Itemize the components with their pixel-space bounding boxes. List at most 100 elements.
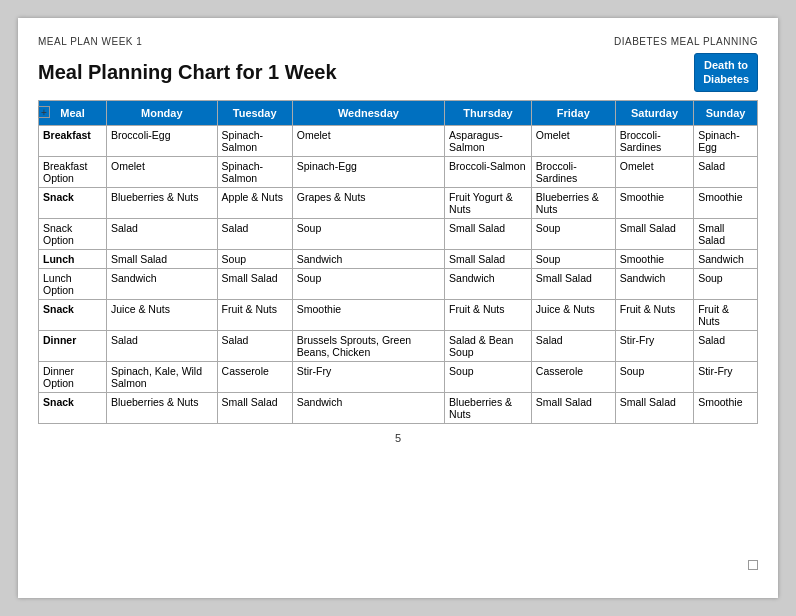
day-cell: Juice & Nuts xyxy=(107,299,218,330)
day-cell: Salad xyxy=(531,330,615,361)
day-cell: Small Salad xyxy=(217,392,292,423)
meal-cell: Snack xyxy=(39,299,107,330)
col-header-thursday: Thursday xyxy=(445,100,532,125)
day-cell: Smoothie xyxy=(292,299,444,330)
day-cell: Blueberries & Nuts xyxy=(107,392,218,423)
day-cell: Casserole xyxy=(531,361,615,392)
day-cell: Fruit & Nuts xyxy=(445,299,532,330)
day-cell: Spinach-Salmon xyxy=(217,125,292,156)
page: MEAL PLAN WEEK 1 DIABETES MEAL PLANNING … xyxy=(18,18,778,598)
meal-cell: Breakfast xyxy=(39,125,107,156)
day-cell: Stir-Fry xyxy=(615,330,693,361)
day-cell: Sandwich xyxy=(107,268,218,299)
day-cell: Soup xyxy=(531,218,615,249)
meal-cell: Dinner xyxy=(39,330,107,361)
day-cell: Small Salad xyxy=(107,249,218,268)
col-header-wednesday: Wednesday xyxy=(292,100,444,125)
expand-icon[interactable]: + xyxy=(38,106,50,118)
table-row: Breakfast OptionOmeletSpinach-SalmonSpin… xyxy=(39,156,758,187)
day-cell: Juice & Nuts xyxy=(531,299,615,330)
day-cell: Brussels Sprouts, Green Beans, Chicken xyxy=(292,330,444,361)
meal-cell: Lunch xyxy=(39,249,107,268)
day-cell: Small Salad xyxy=(217,268,292,299)
day-cell: Salad xyxy=(694,330,758,361)
logo-badge: Death to Diabetes xyxy=(694,53,758,92)
day-cell: Spinach-Salmon xyxy=(217,156,292,187)
day-cell: Smoothie xyxy=(615,249,693,268)
day-cell: Blueberries & Nuts xyxy=(445,392,532,423)
col-header-tuesday: Tuesday xyxy=(217,100,292,125)
day-cell: Small Salad xyxy=(445,218,532,249)
day-cell: Smoothie xyxy=(694,187,758,218)
day-cell: Soup xyxy=(445,361,532,392)
page-number: 5 xyxy=(395,432,401,444)
day-cell: Salad xyxy=(217,330,292,361)
meal-cell: Snack xyxy=(39,187,107,218)
page-title: Meal Planning Chart for 1 Week xyxy=(38,61,337,84)
day-cell: Spinach-Egg xyxy=(694,125,758,156)
day-cell: Salad & Bean Soup xyxy=(445,330,532,361)
day-cell: Soup xyxy=(531,249,615,268)
day-cell: Soup xyxy=(694,268,758,299)
table-row: SnackJuice & NutsFruit & NutsSmoothieFru… xyxy=(39,299,758,330)
day-cell: Broccoli-Salmon xyxy=(445,156,532,187)
header-right: DIABETES MEAL PLANNING xyxy=(614,36,758,47)
day-cell: Sandwich xyxy=(615,268,693,299)
day-cell: Small Salad xyxy=(694,218,758,249)
header-left: MEAL PLAN WEEK 1 xyxy=(38,36,142,47)
day-cell: Fruit & Nuts xyxy=(615,299,693,330)
corner-decoration xyxy=(748,560,758,570)
table-row: Dinner OptionSpinach, Kale, Wild SalmonC… xyxy=(39,361,758,392)
table-row: LunchSmall SaladSoupSandwichSmall SaladS… xyxy=(39,249,758,268)
day-cell: Small Salad xyxy=(445,249,532,268)
col-header-monday: Monday xyxy=(107,100,218,125)
day-cell: Apple & Nuts xyxy=(217,187,292,218)
day-cell: Small Salad xyxy=(531,268,615,299)
day-cell: Fruit Yogurt & Nuts xyxy=(445,187,532,218)
table-header-row: MealMondayTuesdayWednesdayThursdayFriday… xyxy=(39,100,758,125)
day-cell: Smoothie xyxy=(615,187,693,218)
title-row: Meal Planning Chart for 1 Week Death to … xyxy=(38,53,758,92)
page-header: MEAL PLAN WEEK 1 DIABETES MEAL PLANNING xyxy=(38,36,758,47)
col-header-friday: Friday xyxy=(531,100,615,125)
table-row: Lunch OptionSandwichSmall SaladSoupSandw… xyxy=(39,268,758,299)
table-row: BreakfastBroccoli-EggSpinach-SalmonOmele… xyxy=(39,125,758,156)
meal-cell: Breakfast Option xyxy=(39,156,107,187)
table-row: Snack OptionSaladSaladSoupSmall SaladSou… xyxy=(39,218,758,249)
day-cell: Blueberries & Nuts xyxy=(531,187,615,218)
page-footer: 5 xyxy=(38,432,758,444)
day-cell: Soup xyxy=(615,361,693,392)
meal-cell: Lunch Option xyxy=(39,268,107,299)
day-cell: Fruit & Nuts xyxy=(217,299,292,330)
day-cell: Omelet xyxy=(615,156,693,187)
day-cell: Small Salad xyxy=(531,392,615,423)
col-header-sunday: Sunday xyxy=(694,100,758,125)
col-header-saturday: Saturday xyxy=(615,100,693,125)
day-cell: Small Salad xyxy=(615,392,693,423)
day-cell: Grapes & Nuts xyxy=(292,187,444,218)
day-cell: Broccoli-Sardines xyxy=(615,125,693,156)
day-cell: Broccoli-Egg xyxy=(107,125,218,156)
day-cell: Omelet xyxy=(292,125,444,156)
day-cell: Omelet xyxy=(531,125,615,156)
day-cell: Casserole xyxy=(217,361,292,392)
day-cell: Soup xyxy=(292,268,444,299)
day-cell: Sandwich xyxy=(292,392,444,423)
day-cell: Broccoli-Sardines xyxy=(531,156,615,187)
day-cell: Soup xyxy=(292,218,444,249)
day-cell: Soup xyxy=(217,249,292,268)
table-row: SnackBlueberries & NutsApple & NutsGrape… xyxy=(39,187,758,218)
day-cell: Salad xyxy=(107,218,218,249)
meal-cell: Dinner Option xyxy=(39,361,107,392)
day-cell: Salad xyxy=(217,218,292,249)
day-cell: Sandwich xyxy=(292,249,444,268)
day-cell: Stir-Fry xyxy=(694,361,758,392)
day-cell: Salad xyxy=(694,156,758,187)
day-cell: Blueberries & Nuts xyxy=(107,187,218,218)
day-cell: Spinach, Kale, Wild Salmon xyxy=(107,361,218,392)
day-cell: Small Salad xyxy=(615,218,693,249)
day-cell: Fruit & Nuts xyxy=(694,299,758,330)
day-cell: Asparagus-Salmon xyxy=(445,125,532,156)
table-row: DinnerSaladSaladBrussels Sprouts, Green … xyxy=(39,330,758,361)
day-cell: Smoothie xyxy=(694,392,758,423)
